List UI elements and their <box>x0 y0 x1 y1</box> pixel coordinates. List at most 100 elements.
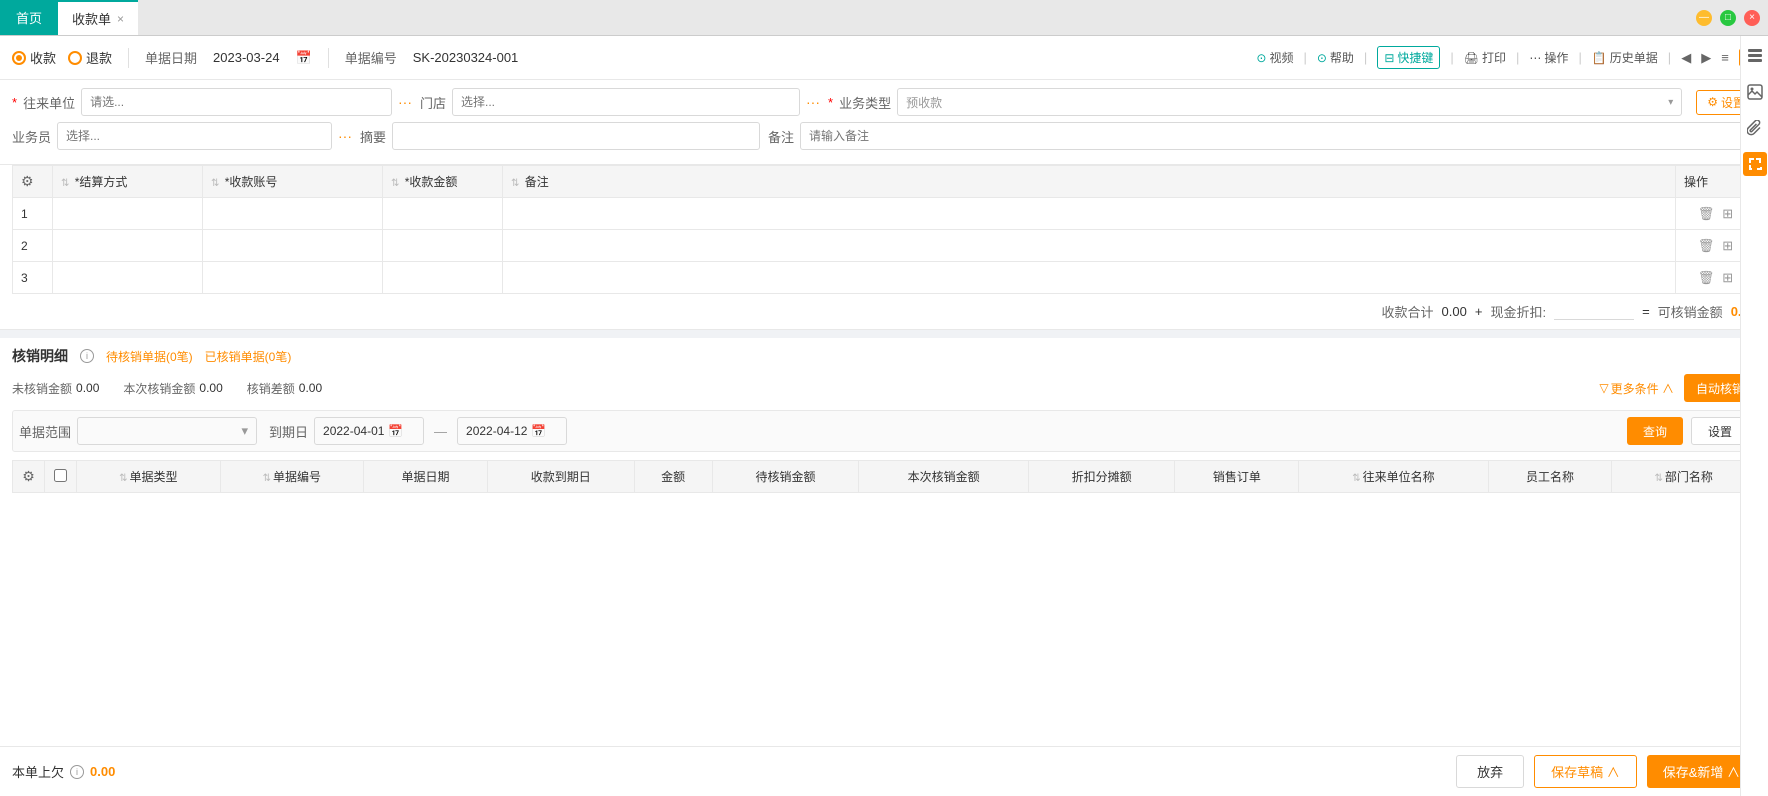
tab-current[interactable]: 收款单 × <box>58 0 138 35</box>
summary-input[interactable] <box>392 122 760 150</box>
history-label: 历史单据 <box>1610 49 1658 66</box>
remark-field: 备注 <box>768 122 1756 150</box>
row-account-3[interactable] <box>203 262 383 294</box>
copy-icon-3[interactable]: ⊞ <box>1722 270 1733 286</box>
summary-field: 摘要 <box>360 122 760 150</box>
nav-right-icon[interactable]: ▶ <box>1701 50 1711 66</box>
date-separator: — <box>430 424 451 439</box>
toolbar-right: ⊙ 视频 | ⊙ 帮助 | ⊟ 快捷键 | 🖨 打印 | ⋯ 操作 <box>1256 46 1756 69</box>
bottom-settings-icon[interactable]: ⚙ <box>22 468 35 484</box>
row-amount-1[interactable] <box>383 198 503 230</box>
discount-input[interactable] <box>1554 304 1634 320</box>
operation-icon: ⋯ <box>1529 51 1541 65</box>
window-min-button[interactable]: — <box>1696 10 1712 26</box>
th-settle: ⇅ *结算方式 <box>53 166 203 198</box>
delete-icon-2[interactable]: 🗑 <box>1698 238 1715 254</box>
discount-label: 现金折扣: <box>1490 302 1546 321</box>
equals-sign: = <box>1642 304 1650 319</box>
current-verify-value: 0.00 <box>199 381 222 395</box>
copy-icon-1[interactable]: ⊞ <box>1722 206 1733 222</box>
footer-right: 放弃 保存草稿 ∧ 保存&新增 ∧ <box>1456 755 1756 788</box>
remark-input[interactable] <box>800 122 1756 150</box>
history-action[interactable]: 📋 历史单据 <box>1592 49 1658 66</box>
th-amount-label: *收款金额 <box>405 175 458 189</box>
diff-label: 核销差额 <box>247 380 295 397</box>
tab-close-icon[interactable]: × <box>117 12 124 26</box>
nav-left-icon[interactable]: ◀ <box>1681 50 1691 66</box>
video-action[interactable]: ⊙ 视频 <box>1256 49 1293 66</box>
row-settle-2[interactable] <box>53 230 203 262</box>
shortcut-action[interactable]: ⊟ 快捷键 <box>1377 46 1440 69</box>
salesperson-input[interactable] <box>57 122 332 150</box>
store-more-btn[interactable]: ··· <box>806 94 820 110</box>
biz-type-star: * <box>828 95 833 110</box>
store-input[interactable] <box>452 88 800 116</box>
operation-action[interactable]: ⋯ 操作 <box>1529 49 1568 66</box>
counterpart-field: * 往来单位 ··· <box>12 88 412 116</box>
salesperson-more-btn[interactable]: ··· <box>338 128 352 144</box>
calendar-to-icon: 📅 <box>531 424 546 438</box>
more-conditions-btn[interactable]: ▽ 更多条件 ∧ <box>1599 380 1674 397</box>
delete-icon-3[interactable]: 🗑 <box>1698 270 1715 286</box>
row-amount-2[interactable] <box>383 230 503 262</box>
row-remark-1[interactable] <box>503 198 1676 230</box>
date-to-value: 2022-04-12 <box>466 424 527 438</box>
section-info-icon[interactable]: i <box>80 349 94 363</box>
help-label: 帮助 <box>1330 49 1354 66</box>
row-account-2[interactable] <box>203 230 383 262</box>
biz-type-select[interactable]: 预收款 ▾ <box>897 88 1682 116</box>
row-settle-1[interactable] <box>53 198 203 230</box>
shortcut-icon: ⊟ <box>1384 51 1394 65</box>
save-draft-button[interactable]: 保存草稿 ∧ <box>1534 755 1637 788</box>
range-chevron-icon: ▾ <box>241 423 248 439</box>
range-select[interactable]: ▾ <box>77 417 257 445</box>
biz-type-value: 预收款 <box>906 94 1668 111</box>
row-remark-3[interactable] <box>503 262 1676 294</box>
query-button[interactable]: 查询 <box>1627 417 1683 445</box>
sidebar-attach-icon[interactable] <box>1743 116 1767 140</box>
abandon-button[interactable]: 放弃 <box>1456 755 1524 788</box>
select-all-checkbox[interactable] <box>54 469 67 482</box>
counterpart-label: 往来单位 <box>23 93 75 112</box>
view-list-icon[interactable]: ≡ <box>1721 50 1729 65</box>
date-from-input[interactable]: 2022-04-01 📅 <box>314 417 424 445</box>
radio-return[interactable]: 退款 <box>68 48 112 67</box>
bottom-table-wrapper: ⚙ ⇅单据类型 ⇅单据编号 单据日期 收款到期日 金额 <box>12 460 1756 493</box>
sidebar-table-icon[interactable] <box>1743 44 1767 68</box>
biz-type-field: * 业务类型 预收款 ▾ ⚙ 设置 <box>828 88 1756 116</box>
done-tab[interactable]: 已核销单据(0笔) <box>205 348 292 365</box>
row-remark-2[interactable] <box>503 230 1676 262</box>
sidebar-expand-icon[interactable] <box>1743 152 1767 176</box>
delete-icon-1[interactable]: 🗑 <box>1698 206 1715 222</box>
row-settle-3[interactable] <box>53 262 203 294</box>
window-close-button[interactable]: × <box>1744 10 1760 26</box>
row-account-1[interactable] <box>203 198 383 230</box>
sidebar-image-icon[interactable] <box>1743 80 1767 104</box>
table-settings-icon[interactable]: ⚙ <box>21 173 34 189</box>
row-amount-3[interactable] <box>383 262 503 294</box>
calendar-icon[interactable]: 📅 <box>296 50 312 66</box>
tab-home[interactable]: 首页 <box>0 0 58 35</box>
footer-left: 本单上欠 i 0.00 <box>12 762 115 781</box>
tab-bar: 首页 收款单 × — □ × <box>0 0 1768 36</box>
print-action[interactable]: 🖨 打印 <box>1464 49 1506 66</box>
counterpart-more-btn[interactable]: ··· <box>398 94 412 110</box>
save-draft-label: 保存草稿 ∧ <box>1551 762 1620 781</box>
radio-receive[interactable]: 收款 <box>12 48 56 67</box>
window-max-button[interactable]: □ <box>1720 10 1736 26</box>
footer-info-icon[interactable]: i <box>70 765 84 779</box>
remark-label: 备注 <box>768 127 794 146</box>
help-icon: ⊙ <box>1317 51 1327 65</box>
summary-row: 收款合计 0.00 + 现金折扣: = 可核销金额 0.00 <box>0 294 1768 330</box>
section-title: 核销明细 <box>12 346 68 366</box>
unverified-label: 未核销金额 <box>12 380 72 397</box>
date-to-input[interactable]: 2022-04-12 📅 <box>457 417 567 445</box>
th-company-name: ⇅往来单位名称 <box>1299 461 1488 493</box>
copy-icon-2[interactable]: ⊞ <box>1722 238 1733 254</box>
summary-label: 摘要 <box>360 127 386 146</box>
pending-tab[interactable]: 待核销单据(0笔) <box>106 348 193 365</box>
help-action[interactable]: ⊙ 帮助 <box>1317 49 1354 66</box>
counterpart-input[interactable] <box>81 88 392 116</box>
radio-return-dot <box>68 51 82 65</box>
th-amount: 金额 <box>634 461 712 493</box>
